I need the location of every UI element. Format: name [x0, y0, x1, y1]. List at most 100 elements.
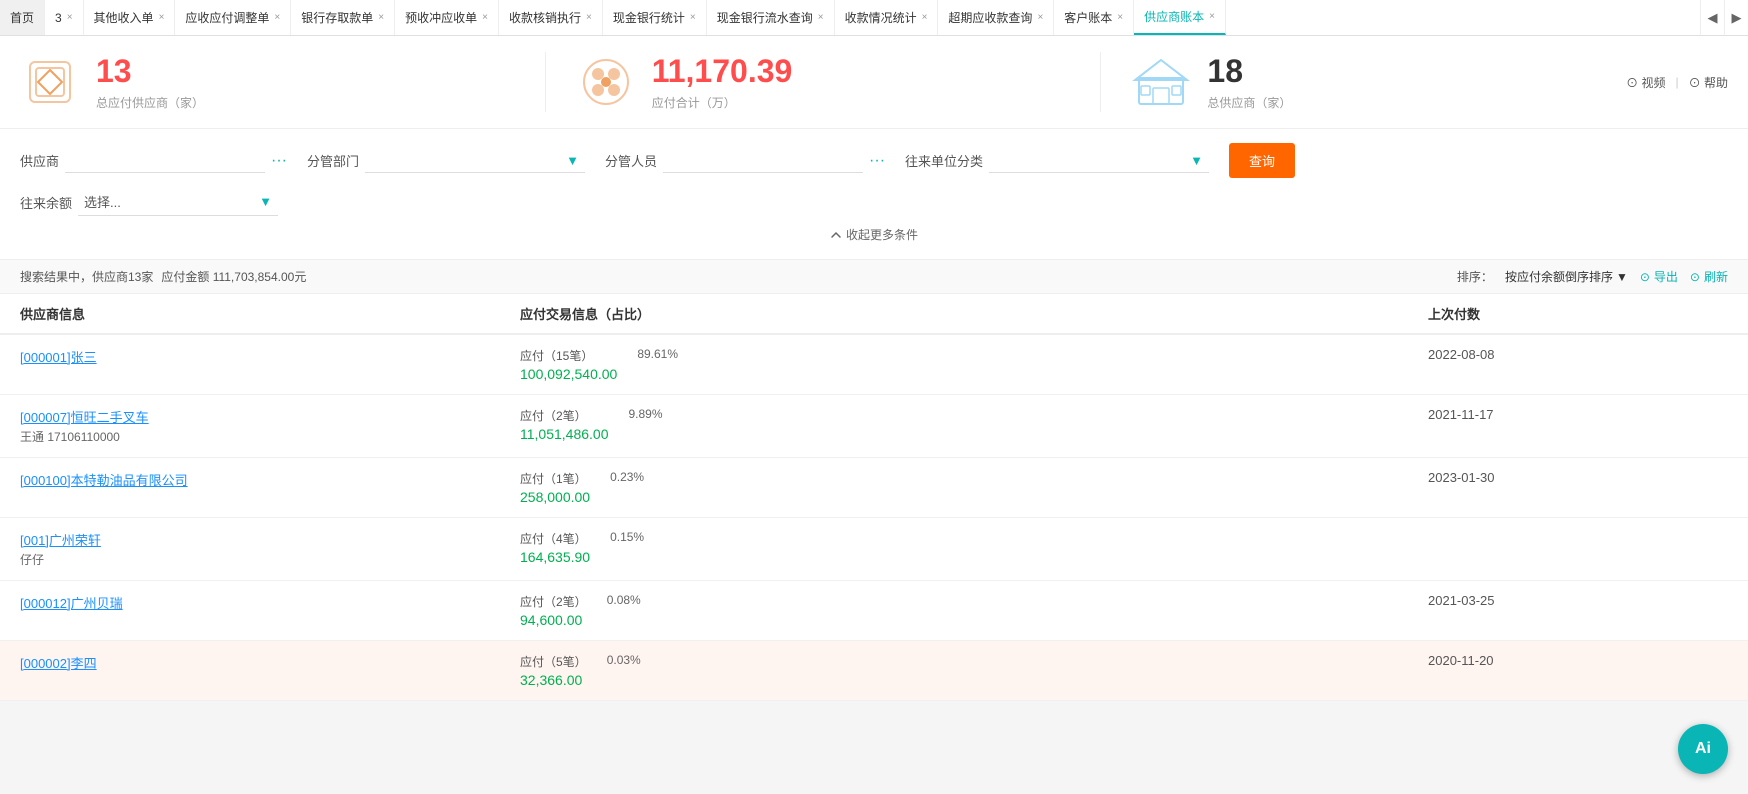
supplier-link-4[interactable]: [000012]广州贝瑞	[20, 593, 520, 612]
filter-item-person: 分管人员 ···	[605, 149, 885, 173]
nav-close-cash-bank-stat[interactable]: ×	[690, 12, 696, 23]
balance-select[interactable]: 选择... ▼	[78, 188, 278, 216]
supplier-sub-1: 王通 17106110000	[20, 428, 520, 445]
nav-label-3: 3	[55, 11, 62, 25]
supplier-cell-5: [000002]李四	[20, 653, 520, 688]
nav-close-bank-deposit[interactable]: ×	[378, 12, 384, 23]
category-select[interactable]: ▼	[989, 149, 1209, 173]
lastpay-value-2: 2023-01-30	[1428, 470, 1495, 485]
query-button[interactable]: 查询	[1229, 143, 1295, 178]
payable-label-4: 应付（2笔）	[520, 593, 587, 610]
sort-area: 排序： 按应付余额倒序排序 ▼ ⊙ 导出 ⊙ 刷新	[1457, 268, 1728, 285]
supplier-link-1[interactable]: [000007]恒旺二手叉车	[20, 407, 520, 426]
top-nav: 首页 3 × 其他收入单 × 应收应付调整单 × 银行存取款单 × 预收冲应收单…	[0, 0, 1748, 36]
payable-cell-1: 应付（2笔） 11,051,486.00 9.89%	[520, 407, 1428, 445]
supplier-dots-icon[interactable]: ···	[271, 152, 287, 170]
nav-close-cash-bank-flow[interactable]: ×	[818, 12, 824, 23]
stat-icon-shop	[1131, 52, 1191, 112]
nav-item-collection-exec[interactable]: 收款核销执行 ×	[499, 0, 603, 35]
nav-label-ar-ap-adjust: 应收应付调整单	[185, 9, 269, 26]
stat-block-total-payable: 11,170.39 应付合计（万）	[576, 52, 1071, 112]
nav-next-arrow[interactable]: ▶	[1724, 0, 1748, 36]
payable-percent-2: 0.23%	[610, 470, 644, 484]
stat-icon-diamond	[20, 52, 80, 112]
table-row: [000002]李四 应付（5笔） 32,366.00 0.03% 2020-1…	[0, 641, 1748, 701]
nav-label-home: 首页	[10, 9, 34, 26]
nav-close-customer-ledger[interactable]: ×	[1117, 12, 1123, 23]
nav-close-other-income[interactable]: ×	[159, 12, 165, 23]
video-link[interactable]: ⊙ 视频	[1626, 74, 1665, 91]
nav-item-bank-deposit[interactable]: 银行存取款单 ×	[291, 0, 395, 35]
filter-item-supplier: 供应商 ···	[20, 149, 287, 173]
refresh-button[interactable]: ⊙ 刷新	[1690, 268, 1728, 285]
nav-close-prepay-offset[interactable]: ×	[482, 12, 488, 23]
nav-label-cash-bank-stat: 现金银行统计	[613, 9, 685, 26]
ai-button[interactable]: Ai	[1678, 724, 1728, 774]
nav-item-supplier-ledger[interactable]: 供应商账本 ×	[1134, 0, 1226, 35]
payable-amount-5[interactable]: 32,366.00	[520, 672, 587, 688]
nav-item-cash-bank-flow[interactable]: 现金银行流水查询 ×	[707, 0, 835, 35]
supplier-link-2[interactable]: [000100]本特勒油品有限公司	[20, 470, 520, 489]
nav-item-3[interactable]: 3 ×	[45, 0, 84, 35]
category-arrow-icon: ▼	[1190, 153, 1203, 168]
collapse-button[interactable]: 收起更多条件	[20, 226, 1728, 243]
nav-close-overdue-ar[interactable]: ×	[1037, 12, 1043, 23]
filter-row-2: 往来余额 选择... ▼	[20, 188, 1728, 216]
filter-label-person: 分管人员	[605, 151, 657, 170]
balance-value: 选择...	[84, 192, 121, 211]
payable-cell-0: 应付（15笔） 100,092,540.00 89.61%	[520, 347, 1428, 382]
nav-item-cash-bank-stat[interactable]: 现金银行统计 ×	[603, 0, 707, 35]
payable-percent-1: 9.89%	[629, 407, 663, 421]
person-dots-icon[interactable]: ···	[869, 152, 885, 170]
nav-close-3[interactable]: ×	[67, 12, 73, 23]
lastpay-value-0: 2022-08-08	[1428, 347, 1495, 362]
department-select[interactable]: ▼	[365, 149, 585, 173]
nav-close-collection-stat[interactable]: ×	[922, 12, 928, 23]
filter-area: 供应商 ··· 分管部门 ▼ 分管人员 ··· 往来单位分类 ▼ 查询	[0, 129, 1748, 260]
nav-item-customer-ledger[interactable]: 客户账本 ×	[1054, 0, 1134, 35]
person-input[interactable]	[663, 149, 863, 173]
lastpay-cell-1: 2021-11-17	[1428, 407, 1728, 445]
export-button[interactable]: ⊙ 导出	[1640, 268, 1678, 285]
supplier-link-3[interactable]: [001]广州荣轩	[20, 530, 520, 549]
payable-amount-2[interactable]: 258,000.00	[520, 489, 590, 505]
ai-label: Ai	[1695, 740, 1711, 758]
nav-label-collection-exec: 收款核销执行	[509, 9, 581, 26]
supplier-link-5[interactable]: [000002]李四	[20, 653, 520, 672]
nav-label-overdue-ar: 超期应收款查询	[948, 9, 1032, 26]
nav-prev-arrow[interactable]: ◀	[1700, 0, 1724, 36]
payable-label-1: 应付（2笔）	[520, 407, 609, 424]
stat-label-total-payable: 应付合计（万）	[652, 94, 793, 111]
nav-label-collection-stat: 收款情况统计	[845, 9, 917, 26]
help-link[interactable]: ⊙ 帮助	[1689, 74, 1728, 91]
stat-value-total-payable: 11,170.39	[652, 53, 793, 90]
refresh-icon: ⊙	[1690, 270, 1700, 284]
payable-amount-0[interactable]: 100,092,540.00	[520, 366, 617, 382]
nav-close-ar-ap-adjust[interactable]: ×	[274, 12, 280, 23]
payable-amount-4[interactable]: 94,600.00	[520, 612, 587, 628]
nav-item-ar-ap-adjust[interactable]: 应收应付调整单 ×	[175, 0, 291, 35]
payable-percent-4: 0.08%	[607, 593, 641, 607]
stats-bar: 13 总应付供应商（家） 11,170.39 应付合计（万）	[0, 36, 1748, 129]
nav-item-home[interactable]: 首页	[0, 0, 45, 35]
payable-cell-2: 应付（1笔） 258,000.00 0.23%	[520, 470, 1428, 505]
supplier-input[interactable]	[65, 149, 265, 173]
supplier-cell-3: [001]广州荣轩 仔仔	[20, 530, 520, 568]
supplier-link-0[interactable]: [000001]张三	[20, 347, 520, 366]
nav-item-other-income[interactable]: 其他收入单 ×	[84, 0, 176, 35]
stat-label-suppliers-payable: 总应付供应商（家）	[96, 94, 204, 111]
supplier-cell-2: [000100]本特勒油品有限公司	[20, 470, 520, 505]
nav-close-supplier-ledger[interactable]: ×	[1209, 11, 1215, 22]
nav-item-overdue-ar[interactable]: 超期应收款查询 ×	[938, 0, 1054, 35]
result-bar: 搜索结果中，供应商13家 应付金额 111,703,854.00元 排序： 按应…	[0, 260, 1748, 294]
lastpay-value-5: 2020-11-20	[1428, 653, 1494, 668]
stat-content-total-payable: 11,170.39 应付合计（万）	[652, 53, 793, 111]
payable-amount-3[interactable]: 164,635.90	[520, 549, 590, 565]
payable-amount-1[interactable]: 11,051,486.00	[520, 426, 609, 442]
stat-value-suppliers-payable: 13	[96, 53, 204, 90]
col-header-payable: 应付交易信息（占比）	[520, 304, 1428, 323]
nav-item-prepay-offset[interactable]: 预收冲应收单 ×	[395, 0, 499, 35]
nav-item-collection-stat[interactable]: 收款情况统计 ×	[835, 0, 939, 35]
nav-close-collection-exec[interactable]: ×	[586, 12, 592, 23]
sort-value[interactable]: 按应付余额倒序排序 ▼	[1505, 268, 1628, 285]
